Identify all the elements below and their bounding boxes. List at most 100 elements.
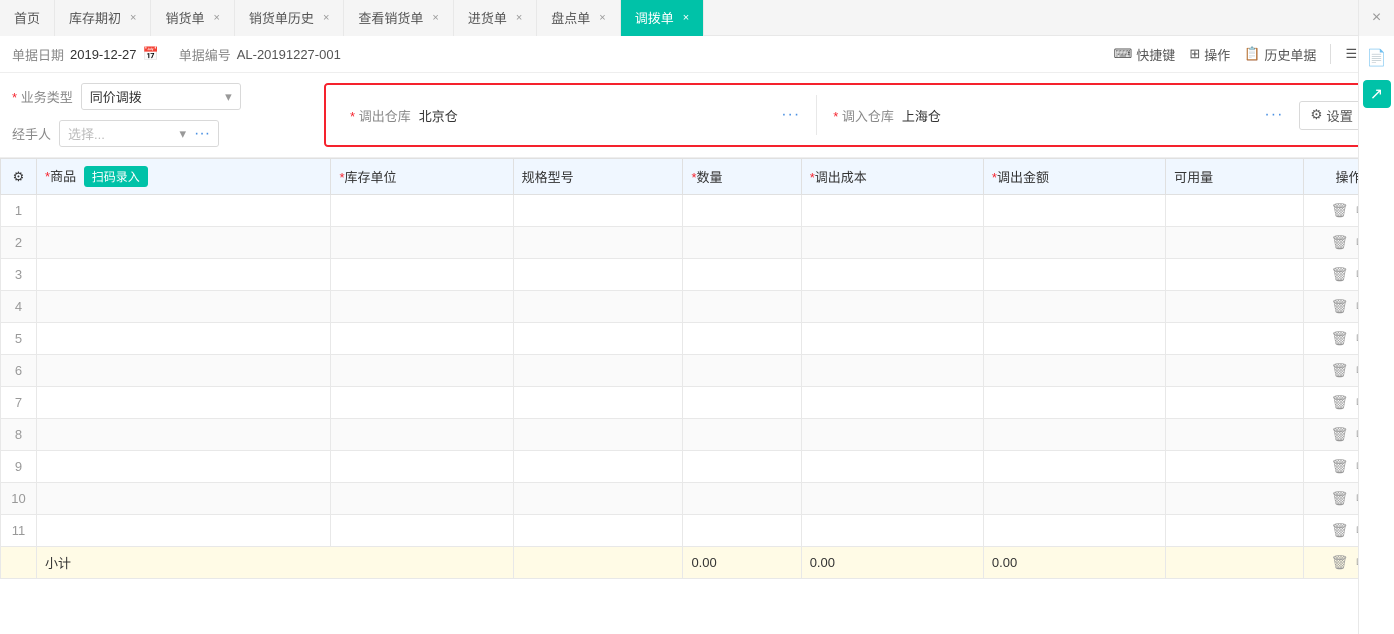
delete-icon[interactable]: 🗑 (1331, 362, 1349, 378)
shortcuts-button[interactable]: ⌨ 快捷键 (1114, 45, 1176, 64)
close-icon[interactable]: × (130, 12, 136, 24)
spec-cell[interactable] (513, 355, 683, 387)
sidebar-note-button[interactable]: 📄 (1363, 44, 1391, 72)
available-cell[interactable] (1166, 515, 1304, 547)
spec-cell[interactable] (513, 227, 683, 259)
qty-cell[interactable] (683, 195, 801, 227)
available-cell[interactable] (1166, 195, 1304, 227)
qty-cell[interactable] (683, 515, 801, 547)
amount-cell[interactable] (983, 259, 1165, 291)
cost-cell[interactable] (801, 419, 983, 451)
tab-inventory-open[interactable]: 库存期初 × (55, 0, 151, 36)
cost-cell[interactable] (801, 387, 983, 419)
tab-home[interactable]: 首页 (0, 0, 55, 36)
unit-cell[interactable] (331, 419, 513, 451)
delete-icon[interactable]: 🗑 (1331, 458, 1349, 474)
amount-cell[interactable] (983, 515, 1165, 547)
cost-cell[interactable] (801, 451, 983, 483)
delete-icon[interactable]: 🗑 (1331, 266, 1349, 282)
tab-view-sales[interactable]: 查看销货单 × (344, 0, 453, 36)
close-icon[interactable]: × (213, 12, 219, 24)
amount-cell[interactable] (983, 419, 1165, 451)
available-cell[interactable] (1166, 419, 1304, 451)
history-button[interactable]: 📋 历史单据 (1244, 45, 1316, 64)
calendar-icon[interactable]: 📅 (143, 46, 159, 62)
cost-cell[interactable] (801, 259, 983, 291)
operations-button[interactable]: ⊞ 操作 (1189, 45, 1230, 64)
amount-cell[interactable] (983, 195, 1165, 227)
spec-cell[interactable] (513, 195, 683, 227)
available-cell[interactable] (1166, 387, 1304, 419)
close-icon[interactable]: × (516, 12, 522, 24)
spec-cell[interactable] (513, 451, 683, 483)
qty-cell[interactable] (683, 259, 801, 291)
qty-cell[interactable] (683, 451, 801, 483)
spec-cell[interactable] (513, 483, 683, 515)
available-cell[interactable] (1166, 323, 1304, 355)
amount-cell[interactable] (983, 355, 1165, 387)
spec-cell[interactable] (513, 419, 683, 451)
amount-cell[interactable] (983, 387, 1165, 419)
qty-cell[interactable] (683, 323, 801, 355)
delete-icon[interactable]: 🗑 (1331, 202, 1349, 218)
product-cell[interactable] (37, 451, 331, 483)
qty-cell[interactable] (683, 419, 801, 451)
close-icon[interactable]: × (683, 12, 689, 24)
unit-cell[interactable] (331, 291, 513, 323)
product-cell[interactable] (37, 323, 331, 355)
cost-cell[interactable] (801, 515, 983, 547)
close-icon[interactable]: × (432, 12, 438, 24)
spec-cell[interactable] (513, 387, 683, 419)
cost-cell[interactable] (801, 483, 983, 515)
unit-cell[interactable] (331, 451, 513, 483)
delete-icon[interactable]: 🗑 (1331, 490, 1349, 506)
tab-sales-order[interactable]: 销货单 × (151, 0, 234, 36)
tab-transfer[interactable]: 调拨单 × (621, 0, 704, 36)
unit-cell[interactable] (331, 387, 513, 419)
gear-icon[interactable]: ⚙ (13, 169, 25, 184)
spec-cell[interactable] (513, 259, 683, 291)
amount-cell[interactable] (983, 227, 1165, 259)
product-cell[interactable] (37, 291, 331, 323)
product-cell[interactable] (37, 515, 331, 547)
cost-cell[interactable] (801, 355, 983, 387)
delete-icon[interactable]: 🗑 (1331, 554, 1349, 570)
qty-cell[interactable] (683, 291, 801, 323)
warehouse-out-more-icon[interactable]: ··· (781, 106, 800, 124)
close-icon[interactable]: × (599, 12, 605, 24)
delete-icon[interactable]: 🗑 (1331, 234, 1349, 250)
warehouse-in-more-icon[interactable]: ··· (1264, 106, 1283, 124)
cost-cell[interactable] (801, 323, 983, 355)
amount-cell[interactable] (983, 451, 1165, 483)
available-cell[interactable] (1166, 291, 1304, 323)
available-cell[interactable] (1166, 451, 1304, 483)
product-cell[interactable] (37, 419, 331, 451)
amount-cell[interactable] (983, 291, 1165, 323)
qty-cell[interactable] (683, 483, 801, 515)
available-cell[interactable] (1166, 227, 1304, 259)
delete-icon[interactable]: 🗑 (1331, 298, 1349, 314)
biz-type-select[interactable]: 同价调拨 ▾ (81, 83, 241, 110)
available-cell[interactable] (1166, 483, 1304, 515)
unit-cell[interactable] (331, 323, 513, 355)
spec-cell[interactable] (513, 291, 683, 323)
handler-select[interactable]: 选择... ▾ ··· (59, 120, 219, 147)
layout-icon-1[interactable]: ☰ (1345, 46, 1357, 62)
more-icon[interactable]: ··· (194, 125, 210, 143)
unit-cell[interactable] (331, 483, 513, 515)
delete-icon[interactable]: 🗑 (1331, 394, 1349, 410)
sidebar-export-button[interactable]: ↗ (1363, 80, 1391, 108)
product-cell[interactable] (37, 259, 331, 291)
unit-cell[interactable] (331, 355, 513, 387)
setting-button[interactable]: ⚙ 设置 (1299, 101, 1364, 130)
window-close-button[interactable]: × (1358, 0, 1394, 36)
qty-cell[interactable] (683, 355, 801, 387)
tab-sales-history[interactable]: 销货单历史 × (235, 0, 344, 36)
available-cell[interactable] (1166, 355, 1304, 387)
unit-cell[interactable] (331, 515, 513, 547)
unit-cell[interactable] (331, 227, 513, 259)
unit-cell[interactable] (331, 259, 513, 291)
amount-cell[interactable] (983, 483, 1165, 515)
qty-cell[interactable] (683, 227, 801, 259)
scan-button[interactable]: 扫码录入 (84, 166, 148, 187)
